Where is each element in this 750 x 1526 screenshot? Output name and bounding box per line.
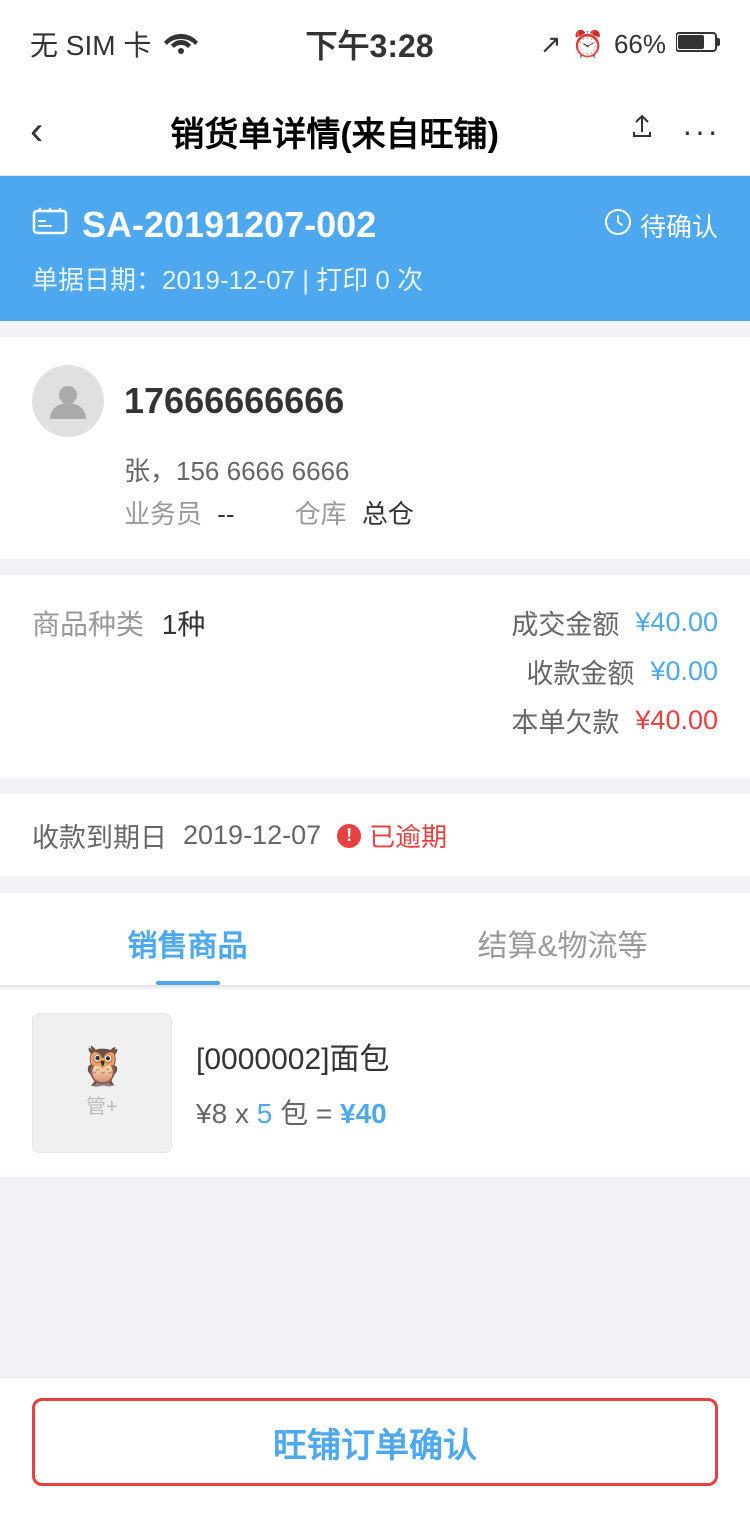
clock-icon (604, 208, 632, 243)
overdue-icon: ! (337, 824, 361, 848)
status-right: ↗ ⏰ 66% (540, 29, 720, 60)
more-button[interactable]: ··· (682, 113, 720, 150)
due-date-label: 收款到期日 (32, 816, 167, 855)
product-unit: 包 (280, 1098, 308, 1129)
status-left: 无 SIM 卡 (30, 24, 199, 64)
status-bar: 无 SIM 卡 下午3:28 ↗ ⏰ 66% (0, 0, 750, 88)
customer-meta: 业务员 -- 仓库 总仓 (32, 494, 718, 531)
nav-bar: ‹ 销货单详情(来自旺铺) ··· (0, 88, 750, 176)
order-header-card: SA-20191207-002 待确认 单据日期：2019-12-07 | 打印… (0, 176, 750, 321)
customer-phone: 17666666666 (124, 380, 344, 422)
price-multiply: x (235, 1098, 257, 1129)
product-thumbnail: 🦉 管+ (32, 1013, 172, 1153)
location-icon: ↗ (540, 29, 562, 60)
confirm-order-button[interactable]: 旺铺订单确认 (32, 1398, 718, 1486)
product-info: [0000002]面包 ¥8 x 5 包 = ¥40 (196, 1034, 718, 1132)
tabs-container: 销售商品 结算&物流等 (0, 893, 750, 987)
order-date: 单据日期：2019-12-07 | 打印 0 次 (32, 260, 718, 297)
warehouse-label: 仓库 (295, 499, 347, 529)
product-price: ¥8 x 5 包 = ¥40 (196, 1092, 718, 1132)
sales-label: 业务员 (124, 499, 202, 529)
battery-text: 66% (614, 29, 666, 60)
customer-name: 张，156 6666 6666 (32, 451, 718, 488)
category-value: 1种 (162, 609, 206, 640)
due-date-value: 2019-12-07 (183, 820, 321, 851)
order-icon (32, 204, 68, 246)
product-qty: 5 (257, 1098, 273, 1129)
due-date-card: 收款到期日 2019-12-07 ! 已逾期 (0, 794, 750, 877)
product-name: [0000002]面包 (196, 1034, 718, 1078)
warehouse-value: 总仓 (362, 499, 414, 529)
back-button[interactable]: ‹ (30, 109, 43, 154)
received-label: 收款金额 (526, 652, 634, 691)
page-title: 销货单详情(来自旺铺) (170, 107, 499, 156)
tab-settlement-logistics[interactable]: 结算&物流等 (375, 893, 750, 985)
price-value: ¥8 (196, 1098, 227, 1129)
alarm-icon: ⏰ (572, 29, 604, 60)
owed-label: 本单欠款 (511, 701, 619, 740)
bottom-bar: 旺铺订单确认 (0, 1377, 750, 1526)
tab-sales-products[interactable]: 销售商品 (0, 893, 375, 985)
nav-actions: ··· (626, 112, 720, 152)
amount-value: ¥40.00 (635, 607, 718, 638)
product-card: 🦉 管+ [0000002]面包 ¥8 x 5 包 = ¥40 (0, 989, 750, 1177)
gray-spacer (0, 1177, 750, 1377)
customer-info-card: 17666666666 张，156 6666 6666 业务员 -- 仓库 总仓 (0, 337, 750, 559)
order-id: SA-20191207-002 (32, 204, 376, 246)
no-sim-text: 无 SIM 卡 (30, 24, 151, 64)
battery-icon (676, 29, 720, 60)
received-value: ¥0.00 (650, 656, 718, 687)
overdue-text: 已逾期 (369, 817, 447, 854)
summary-card: 商品种类 1种 成交金额 ¥40.00 收款金额 ¥0.00 本单欠款 ¥40.… (0, 575, 750, 778)
order-status: 待确认 (604, 207, 718, 244)
amount-label: 成交金额 (511, 603, 619, 642)
overdue-badge: ! 已逾期 (337, 817, 447, 854)
category-label: 商品种类 (32, 609, 144, 640)
avatar (32, 365, 104, 437)
owed-value: ¥40.00 (635, 705, 718, 736)
price-equals: = (316, 1098, 340, 1129)
wifi-icon (163, 28, 199, 61)
share-button[interactable] (626, 112, 658, 152)
product-total: ¥40 (340, 1098, 387, 1129)
summary-amounts: 成交金额 ¥40.00 收款金额 ¥0.00 本单欠款 ¥40.00 (511, 603, 718, 750)
sales-value: -- (217, 499, 234, 529)
status-time: 下午3:28 (306, 21, 434, 67)
